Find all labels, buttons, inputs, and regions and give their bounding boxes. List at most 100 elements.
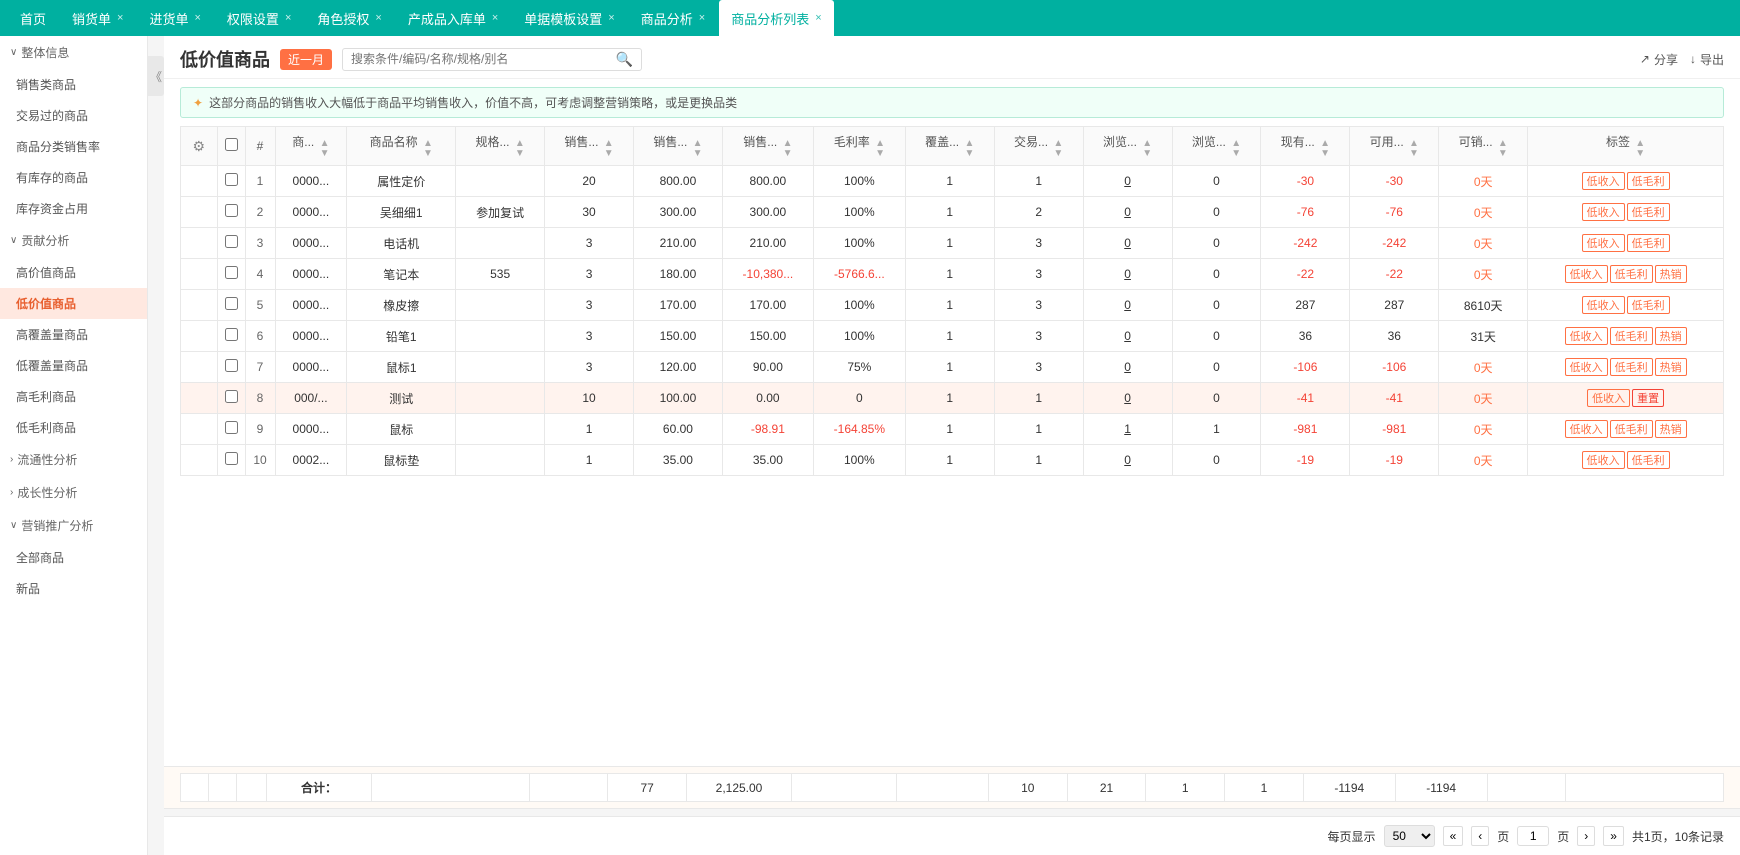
sidebar-item-low-gross[interactable]: 低毛利商品	[0, 412, 147, 443]
search-icon[interactable]: 🔍	[616, 51, 633, 68]
row-checkbox-cell[interactable]	[217, 383, 245, 414]
sidebar-group-circulation[interactable]: › 流通性分析	[0, 443, 147, 476]
sidebar-item-high-coverage[interactable]: 高覆盖量商品	[0, 319, 147, 350]
nav-product-analysis-list[interactable]: 商品分析列表 ×	[719, 0, 833, 36]
page-input[interactable]	[1517, 826, 1549, 846]
sidebar-item-low-value[interactable]: 低价值商品	[0, 288, 147, 319]
next-page-button[interactable]: ›	[1577, 826, 1595, 846]
row-view1[interactable]: 0	[1083, 197, 1172, 228]
sidebar-item-all-products[interactable]: 全部商品	[0, 542, 147, 573]
col-trade[interactable]: 交易... ▲▼	[994, 127, 1083, 166]
col-spec[interactable]: 规格... ▲▼	[456, 127, 545, 166]
last-page-button[interactable]: »	[1603, 826, 1624, 846]
sidebar-collapse-button[interactable]: 《	[148, 56, 164, 96]
row-checkbox[interactable]	[225, 390, 238, 403]
row-checkbox[interactable]	[225, 359, 238, 372]
close-icon[interactable]: ×	[492, 12, 498, 24]
sidebar-item-low-coverage[interactable]: 低覆盖量商品	[0, 350, 147, 381]
row-view1[interactable]: 0	[1083, 166, 1172, 197]
row-view1[interactable]: 1	[1083, 414, 1172, 445]
close-icon[interactable]: ×	[194, 12, 200, 24]
row-view1[interactable]: 0	[1083, 290, 1172, 321]
prev-page-button[interactable]: ‹	[1471, 826, 1489, 846]
row-checkbox-cell[interactable]	[217, 166, 245, 197]
row-view1[interactable]: 0	[1083, 383, 1172, 414]
page-size-select[interactable]: 50 100 200	[1384, 825, 1435, 847]
row-tags: 低收入低毛利热销	[1528, 321, 1724, 352]
sidebar-item-with-stock[interactable]: 有库存的商品	[0, 162, 147, 193]
row-checkbox[interactable]	[225, 173, 238, 186]
row-checkbox[interactable]	[225, 328, 238, 341]
sidebar-item-sales-products[interactable]: 销售类商品	[0, 69, 147, 100]
col-sales-price[interactable]: 销售... ▲▼	[633, 127, 722, 166]
col-code[interactable]: 商... ▲▼	[275, 127, 347, 166]
row-checkbox-cell[interactable]	[217, 228, 245, 259]
row-checkbox-cell[interactable]	[217, 414, 245, 445]
select-all-checkbox[interactable]	[225, 138, 238, 151]
row-checkbox[interactable]	[225, 297, 238, 310]
col-tags[interactable]: 标签 ▲▼	[1528, 127, 1724, 166]
row-available: 36	[1350, 321, 1439, 352]
col-gross-margin[interactable]: 毛利率 ▲▼	[813, 127, 905, 166]
row-checkbox[interactable]	[225, 204, 238, 217]
sidebar-item-high-value[interactable]: 高价值商品	[0, 257, 147, 288]
col-current-stock[interactable]: 现有... ▲▼	[1261, 127, 1350, 166]
sidebar-item-stock-fund[interactable]: 库存资金占用	[0, 193, 147, 224]
row-view1[interactable]: 0	[1083, 321, 1172, 352]
row-view1[interactable]: 0	[1083, 259, 1172, 290]
close-icon[interactable]: ×	[699, 12, 705, 24]
col-sales-amount[interactable]: 销售... ▲▼	[722, 127, 813, 166]
export-button[interactable]: ↓ 导出	[1690, 51, 1724, 68]
col-settings[interactable]: ⚙	[181, 127, 218, 166]
horizontal-scrollbar[interactable]	[164, 808, 1740, 816]
col-sales-qty[interactable]: 销售... ▲▼	[545, 127, 634, 166]
row-view1[interactable]: 0	[1083, 228, 1172, 259]
nav-template[interactable]: 单据模板设置 ×	[512, 0, 626, 36]
nav-roles[interactable]: 角色授权 ×	[305, 0, 393, 36]
nav-product-analysis[interactable]: 商品分析 ×	[629, 0, 717, 36]
row-checkbox-cell[interactable]	[217, 321, 245, 352]
close-icon[interactable]: ×	[285, 12, 291, 24]
col-name[interactable]: 商品名称 ▲▼	[347, 127, 456, 166]
close-icon[interactable]: ×	[608, 12, 614, 24]
col-view1[interactable]: 浏览... ▲▼	[1083, 127, 1172, 166]
row-checkbox-cell[interactable]	[217, 290, 245, 321]
col-checkbox[interactable]	[217, 127, 245, 166]
share-button[interactable]: ↗ 分享	[1640, 51, 1678, 68]
sidebar-group-growth[interactable]: › 成长性分析	[0, 476, 147, 509]
col-sellable[interactable]: 可销... ▲▼	[1439, 127, 1528, 166]
search-input[interactable]	[351, 52, 612, 66]
nav-sales-order[interactable]: 销货单 ×	[60, 0, 135, 36]
sidebar-item-traded-products[interactable]: 交易过的商品	[0, 100, 147, 131]
sidebar-group-overall[interactable]: ∨ 整体信息	[0, 36, 147, 69]
col-coverage[interactable]: 覆盖... ▲▼	[905, 127, 994, 166]
sidebar-item-high-gross[interactable]: 高毛利商品	[0, 381, 147, 412]
nav-purchase-order[interactable]: 进货单 ×	[137, 0, 212, 36]
row-checkbox[interactable]	[225, 266, 238, 279]
time-filter-button[interactable]: 近一月	[280, 49, 332, 70]
row-checkbox-cell[interactable]	[217, 445, 245, 476]
row-trade: 3	[994, 352, 1083, 383]
col-view2[interactable]: 浏览... ▲▼	[1172, 127, 1261, 166]
sidebar-group-marketing[interactable]: ∨ 营销推广分析	[0, 509, 147, 542]
row-checkbox[interactable]	[225, 421, 238, 434]
nav-permissions[interactable]: 权限设置 ×	[215, 0, 303, 36]
row-checkbox[interactable]	[225, 452, 238, 465]
close-icon[interactable]: ×	[375, 12, 381, 24]
close-icon[interactable]: ×	[117, 12, 123, 24]
row-checkbox[interactable]	[225, 235, 238, 248]
sidebar-group-contribution[interactable]: ∨ 贡献分析	[0, 224, 147, 257]
nav-inventory[interactable]: 产成品入库单 ×	[396, 0, 510, 36]
row-checkbox-cell[interactable]	[217, 352, 245, 383]
row-checkbox-cell[interactable]	[217, 197, 245, 228]
col-available[interactable]: 可用... ▲▼	[1350, 127, 1439, 166]
page-label: 页	[1497, 828, 1509, 845]
first-page-button[interactable]: «	[1443, 826, 1464, 846]
row-view1[interactable]: 0	[1083, 445, 1172, 476]
nav-home[interactable]: 首页	[8, 0, 58, 36]
row-checkbox-cell[interactable]	[217, 259, 245, 290]
row-view1[interactable]: 0	[1083, 352, 1172, 383]
sidebar-item-new-products[interactable]: 新品	[0, 573, 147, 604]
close-icon[interactable]: ×	[815, 12, 821, 24]
sidebar-item-category-rate[interactable]: 商品分类销售率	[0, 131, 147, 162]
